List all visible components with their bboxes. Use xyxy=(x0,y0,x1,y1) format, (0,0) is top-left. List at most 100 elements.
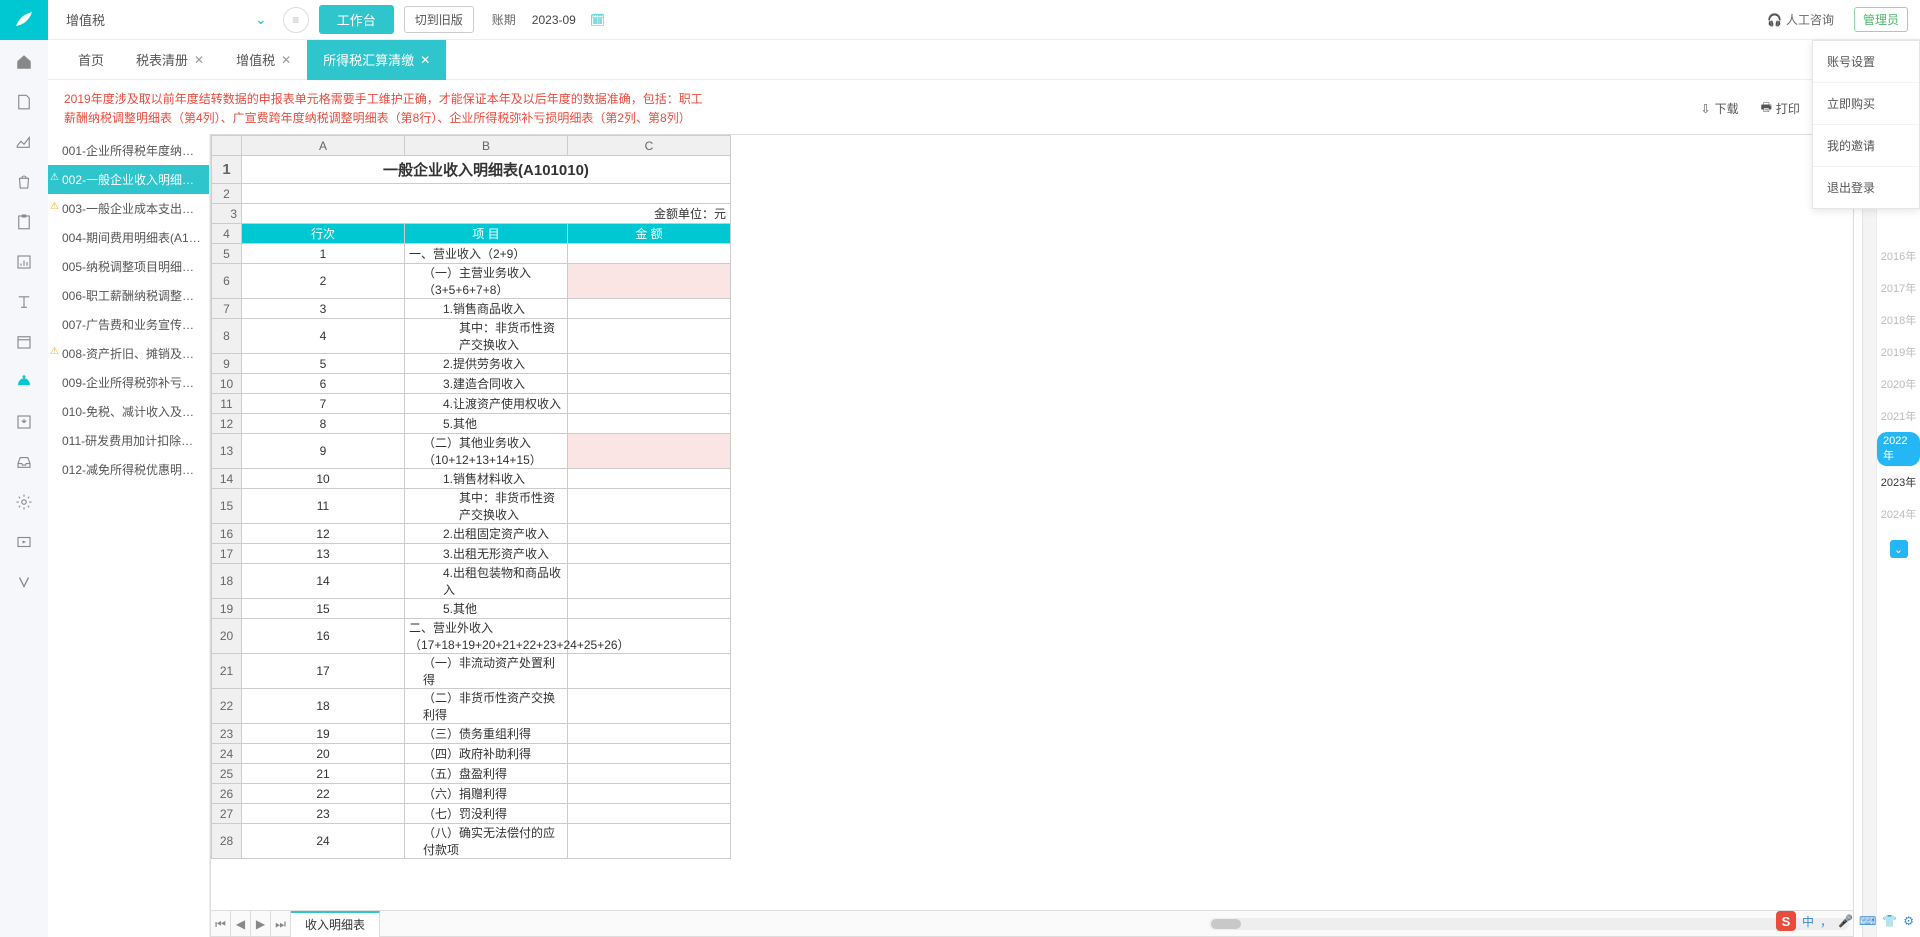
amount-cell[interactable] xyxy=(568,764,731,784)
nav-t-icon[interactable] xyxy=(0,284,48,320)
amount-cell[interactable] xyxy=(568,299,731,319)
form-list-item[interactable]: 005-纳税调整项目明细表(A1… xyxy=(48,252,209,281)
col-header[interactable]: B xyxy=(405,136,568,156)
year-expand-icon[interactable]: ⌄ xyxy=(1890,540,1908,558)
row-header[interactable]: 13 xyxy=(212,434,242,469)
user-menu-logout[interactable]: 退出登录 xyxy=(1813,167,1919,208)
year-item[interactable]: 2018年 xyxy=(1881,304,1916,336)
row-header[interactable]: 26 xyxy=(212,784,242,804)
row-header[interactable]: 5 xyxy=(212,244,242,264)
sheet-nav-prev[interactable]: ◀ xyxy=(231,911,251,937)
amount-cell[interactable] xyxy=(568,599,731,619)
amount-cell[interactable] xyxy=(568,434,731,469)
calendar-icon[interactable]: 🗓 xyxy=(590,13,605,27)
amount-cell[interactable] xyxy=(568,374,731,394)
form-list-item[interactable]: 004-期间费用明细表(A1040… xyxy=(48,223,209,252)
amount-cell[interactable] xyxy=(568,414,731,434)
row-header[interactable]: 3 xyxy=(212,204,242,224)
amount-cell[interactable] xyxy=(568,689,731,724)
nav-calendar-icon[interactable] xyxy=(0,324,48,360)
close-icon[interactable]: ✕ xyxy=(281,53,291,67)
row-header[interactable]: 4 xyxy=(212,224,242,244)
ime-logo[interactable]: S xyxy=(1776,911,1796,931)
ime-punct[interactable]: ， xyxy=(1820,913,1832,930)
ime-keyboard-icon[interactable]: ⌨ xyxy=(1859,914,1876,928)
nav-tax-icon[interactable] xyxy=(0,364,48,400)
amount-cell[interactable] xyxy=(568,524,731,544)
year-item[interactable]: 2019年 xyxy=(1881,336,1916,368)
amount-cell[interactable] xyxy=(568,744,731,764)
amount-cell[interactable] xyxy=(568,264,731,299)
year-item[interactable]: 2021年 xyxy=(1881,400,1916,432)
amount-cell[interactable] xyxy=(568,724,731,744)
row-header[interactable]: 6 xyxy=(212,264,242,299)
ime-settings-icon[interactable]: ⚙ xyxy=(1903,914,1914,928)
sheet-tab[interactable]: 收入明细表 xyxy=(291,911,380,937)
sheet-nav-last[interactable]: ⏭ xyxy=(271,911,291,937)
amount-cell[interactable] xyxy=(568,654,731,689)
tab-vat[interactable]: 增值税✕ xyxy=(220,40,307,80)
content-scrollbar[interactable] xyxy=(1862,134,1876,937)
row-header[interactable]: 24 xyxy=(212,744,242,764)
form-list-item[interactable]: ⚠008-资产折旧、摊销及纳税… xyxy=(48,339,209,368)
row-header[interactable]: 23 xyxy=(212,724,242,744)
form-list-item[interactable]: ⚠003-一般企业成本支出明细… xyxy=(48,194,209,223)
help-link[interactable]: 🎧 人工咨询 xyxy=(1767,11,1834,28)
amount-cell[interactable] xyxy=(568,319,731,354)
sheet-cell[interactable] xyxy=(242,184,731,204)
form-list-item[interactable]: 006-职工薪酬纳税调整明细… xyxy=(48,281,209,310)
year-item[interactable]: 2020年 xyxy=(1881,368,1916,400)
row-header[interactable]: 22 xyxy=(212,689,242,724)
nav-report-icon[interactable] xyxy=(0,244,48,280)
nav-doc-icon[interactable] xyxy=(0,84,48,120)
col-header[interactable]: A xyxy=(242,136,405,156)
nav-inbox-icon[interactable] xyxy=(0,444,48,480)
user-menu-invite[interactable]: 我的邀请 xyxy=(1813,125,1919,167)
year-item[interactable]: 2016年 xyxy=(1881,240,1916,272)
sheet-nav-first[interactable]: ⏮ xyxy=(211,911,231,937)
amount-cell[interactable] xyxy=(568,564,731,599)
amount-cell[interactable] xyxy=(568,544,731,564)
row-header[interactable]: 18 xyxy=(212,564,242,599)
row-header[interactable]: 2 xyxy=(212,184,242,204)
row-header[interactable]: 21 xyxy=(212,654,242,689)
row-header[interactable]: 1 xyxy=(212,156,242,184)
form-list-item[interactable]: 010-免税、减计收入及加计… xyxy=(48,397,209,426)
nav-export-icon[interactable] xyxy=(0,404,48,440)
nav-v-icon[interactable] xyxy=(0,564,48,600)
sheet-scroll[interactable]: ABC1一般企业收入明细表(A101010)23金额单位：元4行次项 目金 额5… xyxy=(211,135,1853,910)
nav-settings-icon[interactable] xyxy=(0,484,48,520)
form-list-item[interactable]: ⚠002-一般企业收入明细表(A1… xyxy=(48,165,209,194)
year-item[interactable]: 2022年 xyxy=(1877,432,1920,466)
sheet-hscroll[interactable] xyxy=(380,918,1853,930)
brand-logo[interactable] xyxy=(0,0,48,40)
nav-chart-icon[interactable] xyxy=(0,124,48,160)
row-header[interactable]: 19 xyxy=(212,599,242,619)
workspace-button[interactable]: 工作台 xyxy=(319,5,394,34)
switch-old-button[interactable]: 切到旧版 xyxy=(404,6,474,33)
amount-cell[interactable] xyxy=(568,394,731,414)
row-header[interactable]: 10 xyxy=(212,374,242,394)
amount-cell[interactable] xyxy=(568,469,731,489)
row-header[interactable]: 16 xyxy=(212,524,242,544)
row-header[interactable]: 12 xyxy=(212,414,242,434)
nav-bag-icon[interactable] xyxy=(0,164,48,200)
form-list-item[interactable]: 009-企业所得税弥补亏损明… xyxy=(48,368,209,397)
amount-cell[interactable] xyxy=(568,354,731,374)
ime-lang[interactable]: 中 xyxy=(1802,913,1814,930)
nav-clipboard-icon[interactable] xyxy=(0,204,48,240)
nav-home-icon[interactable] xyxy=(0,44,48,80)
year-item[interactable]: 2023年 xyxy=(1881,466,1916,498)
year-item[interactable]: 2024年 xyxy=(1881,498,1916,530)
sheet-nav-next[interactable]: ▶ xyxy=(251,911,271,937)
module-dropdown[interactable]: 增值税 ⌄ xyxy=(60,10,273,29)
row-header[interactable]: 27 xyxy=(212,804,242,824)
row-header[interactable]: 14 xyxy=(212,469,242,489)
amount-cell[interactable] xyxy=(568,489,731,524)
col-header[interactable]: C xyxy=(568,136,731,156)
close-icon[interactable]: ✕ xyxy=(420,53,430,67)
user-menu-account[interactable]: 账号设置 xyxy=(1813,41,1919,83)
ime-mic-icon[interactable]: 🎤 xyxy=(1838,914,1853,928)
form-list-item[interactable]: 012-减免所得税优惠明细表(… xyxy=(48,455,209,484)
row-header[interactable]: 8 xyxy=(212,319,242,354)
